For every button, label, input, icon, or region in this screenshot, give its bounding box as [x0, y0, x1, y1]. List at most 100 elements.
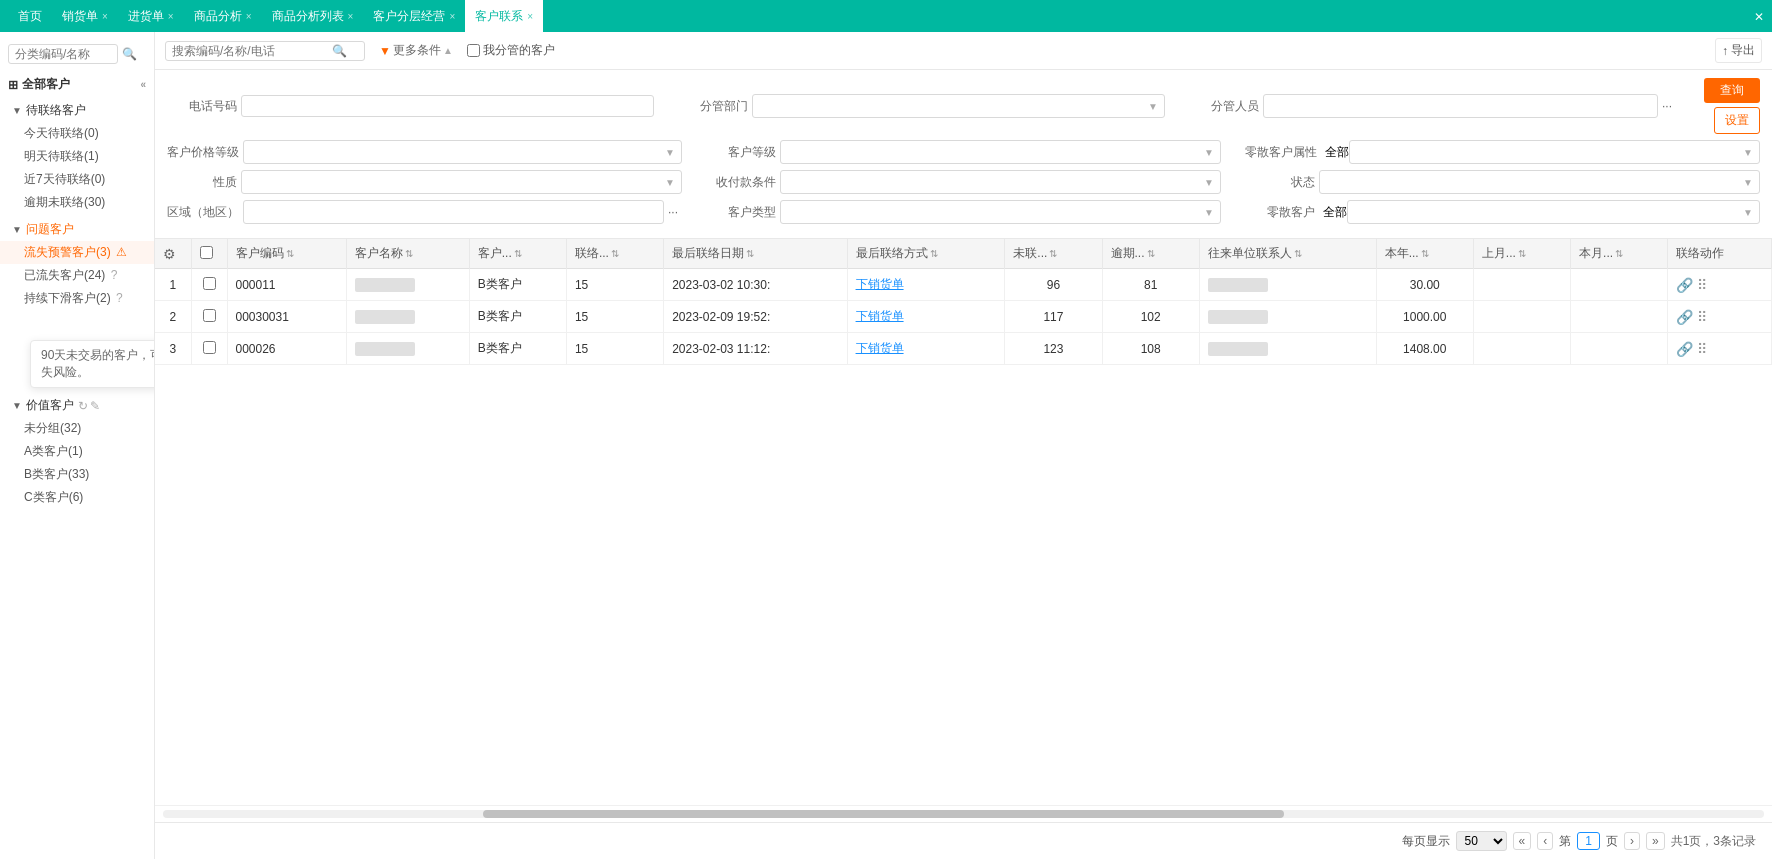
row-last-method-1[interactable]: 下销货单	[847, 301, 1005, 333]
filter-region-dots[interactable]: ···	[664, 205, 682, 219]
sort-overdue[interactable]: 逾期... ⇅	[1111, 245, 1191, 262]
filter-nature-select[interactable]: ▼	[241, 170, 682, 194]
scrollbar-track[interactable]	[163, 810, 1764, 818]
search-input[interactable]	[172, 44, 332, 58]
sidebar-item-overdue-pending[interactable]: 逾期未联络(30)	[0, 191, 154, 214]
sort-last-method[interactable]: 最后联络方式 ⇅	[856, 245, 997, 262]
col-header-code: 客户编码 ⇅	[227, 239, 347, 269]
sort-this-year[interactable]: 本年... ⇅	[1385, 245, 1465, 262]
row-contact-2: 15	[566, 333, 663, 365]
select-all-checkbox[interactable]	[200, 246, 213, 259]
close-all-tabs[interactable]: ✕	[1754, 8, 1764, 24]
sort-contact[interactable]: 联络... ⇅	[575, 245, 655, 262]
sidebar-item-class-b[interactable]: B类客户(33)	[0, 463, 154, 486]
row-checkbox-2[interactable]	[191, 333, 227, 365]
tab-customer-contact[interactable]: 客户联系 ×	[465, 0, 543, 32]
sidebar-item-class-a[interactable]: A类客户(1)	[0, 440, 154, 463]
filter-status-select[interactable]: ▼	[1319, 170, 1760, 194]
tab-purchase-order-close[interactable]: ×	[168, 11, 174, 22]
tab-home[interactable]: 首页	[8, 0, 52, 32]
sidebar-item-churn-warning[interactable]: 流失预警客户(3) ⚠	[0, 241, 154, 264]
filter-customer-type: 客户类型 ▼	[706, 200, 1221, 224]
query-button[interactable]: 查询	[1704, 78, 1760, 103]
tab-product-analysis-list-close[interactable]: ×	[348, 11, 354, 22]
filter-retail: 零散客户 全部 ▼	[1245, 200, 1760, 224]
tab-customer-tier[interactable]: 客户分层经营 ×	[363, 0, 465, 32]
sidebar-item-today-pending[interactable]: 今天待联络(0)	[0, 122, 154, 145]
sidebar-item-churned[interactable]: 已流失客户(24) ?	[0, 264, 154, 287]
table-row: 1 000011 B类客户 15 2023-03-02 10:30: 下销货单 …	[155, 269, 1772, 301]
action-link-icon-2[interactable]: 🔗	[1676, 341, 1693, 357]
filter-nature-label: 性质	[167, 174, 237, 191]
more-filter-btn[interactable]: ▼ 更多条件 ▲	[373, 39, 459, 62]
filter-retail-attr: 零散客户属性 全部 ▼	[1245, 140, 1760, 164]
filter-region-select[interactable]	[243, 200, 664, 224]
sidebar-search-input[interactable]	[8, 44, 118, 64]
sort-contact2[interactable]: 往来单位联系人 ⇅	[1208, 245, 1368, 262]
tab-product-analysis-close[interactable]: ×	[246, 11, 252, 22]
my-customers-checkbox-wrap[interactable]: 我分管的客户	[467, 42, 555, 59]
table-settings-btn[interactable]: ⚙	[163, 246, 176, 262]
action-more-icon-0[interactable]: ⠿	[1697, 277, 1707, 293]
sort-not-contact[interactable]: 未联... ⇅	[1013, 245, 1093, 262]
refresh-icon[interactable]: ↻	[78, 399, 88, 413]
filter-dept-select[interactable]: ▼	[752, 94, 1165, 118]
export-btn[interactable]: ↑ 导出	[1715, 38, 1762, 63]
filter-actions: 查询 设置	[1680, 78, 1760, 134]
filter-payment-select[interactable]: ▼	[780, 170, 1221, 194]
col-checkbox	[191, 239, 227, 269]
filter-customer-type-select[interactable]: ▼	[780, 200, 1221, 224]
sidebar-item-tomorrow-pending[interactable]: 明天待联络(1)	[0, 145, 154, 168]
sort-type[interactable]: 客户... ⇅	[478, 245, 558, 262]
per-page-select[interactable]: 50 100 200	[1456, 831, 1507, 851]
sort-name[interactable]: 客户名称 ⇅	[355, 245, 461, 262]
sidebar-item-declining[interactable]: 持续下滑客户(2) ?	[0, 287, 154, 310]
sidebar-item-7day-pending[interactable]: 近7天待联络(0)	[0, 168, 154, 191]
horizontal-scrollbar[interactable]	[155, 805, 1772, 822]
settings-button[interactable]: 设置	[1714, 107, 1760, 134]
pagination-bar: 每页显示 50 100 200 « ‹ 第 1 页 › » 共1页，3条记录	[155, 822, 1772, 859]
search-submit-icon[interactable]: 🔍	[332, 44, 347, 58]
sidebar-group-problem-title[interactable]: ▼ 问题客户	[0, 218, 154, 241]
edit-icon[interactable]: ✎	[90, 399, 100, 413]
sidebar-search-icon[interactable]: 🔍	[122, 47, 137, 61]
tab-customer-tier-close[interactable]: ×	[449, 11, 455, 22]
next-page-btn[interactable]: ›	[1624, 832, 1640, 850]
scrollbar-thumb[interactable]	[483, 810, 1284, 818]
tab-sales-order-close[interactable]: ×	[102, 11, 108, 22]
action-link-icon-0[interactable]: 🔗	[1676, 277, 1693, 293]
filter-manager-dots[interactable]: ···	[1658, 99, 1676, 113]
row-last-method-2[interactable]: 下销货单	[847, 333, 1005, 365]
sort-this-month[interactable]: 本月... ⇅	[1579, 245, 1659, 262]
my-customers-checkbox[interactable]	[467, 44, 480, 57]
tab-purchase-order[interactable]: 进货单 ×	[118, 0, 184, 32]
row-last-method-0[interactable]: 下销货单	[847, 269, 1005, 301]
sort-last-month[interactable]: 上月... ⇅	[1482, 245, 1562, 262]
last-page-btn[interactable]: »	[1646, 832, 1665, 850]
filter-manager-select[interactable]	[1263, 94, 1658, 118]
tab-sales-order[interactable]: 销货单 ×	[52, 0, 118, 32]
action-more-icon-1[interactable]: ⠿	[1697, 309, 1707, 325]
sort-code[interactable]: 客户编码 ⇅	[236, 245, 339, 262]
filter-retail-attr-select[interactable]: ▼	[1349, 140, 1760, 164]
action-link-icon-1[interactable]: 🔗	[1676, 309, 1693, 325]
filter-phone: 电话号码	[167, 95, 654, 117]
tab-customer-contact-close[interactable]: ×	[527, 11, 533, 22]
tab-product-analysis[interactable]: 商品分析 ×	[184, 0, 262, 32]
row-checkbox-1[interactable]	[191, 301, 227, 333]
sidebar-group-pending-title[interactable]: ▼ 待联络客户	[0, 99, 154, 122]
prev-page-btn[interactable]: ‹	[1537, 832, 1553, 850]
filter-phone-input[interactable]	[241, 95, 654, 117]
first-page-btn[interactable]: «	[1513, 832, 1532, 850]
sidebar-item-class-c[interactable]: C类客户(6)	[0, 486, 154, 509]
row-checkbox-0[interactable]	[191, 269, 227, 301]
sidebar-group-value-title[interactable]: ▼ 价值客户 ↻ ✎	[0, 394, 154, 417]
sort-last-date[interactable]: 最后联络日期 ⇅	[672, 245, 838, 262]
action-more-icon-2[interactable]: ⠿	[1697, 341, 1707, 357]
filter-retail-select[interactable]: ▼	[1347, 200, 1760, 224]
filter-customer-level-select[interactable]: ▼	[780, 140, 1221, 164]
sidebar-item-ungroup[interactable]: 未分组(32)	[0, 417, 154, 440]
filter-price-level-select[interactable]: ▼	[243, 140, 682, 164]
sidebar-all-customers[interactable]: ⊞ 全部客户 «	[0, 72, 154, 97]
tab-product-analysis-list[interactable]: 商品分析列表 ×	[262, 0, 364, 32]
